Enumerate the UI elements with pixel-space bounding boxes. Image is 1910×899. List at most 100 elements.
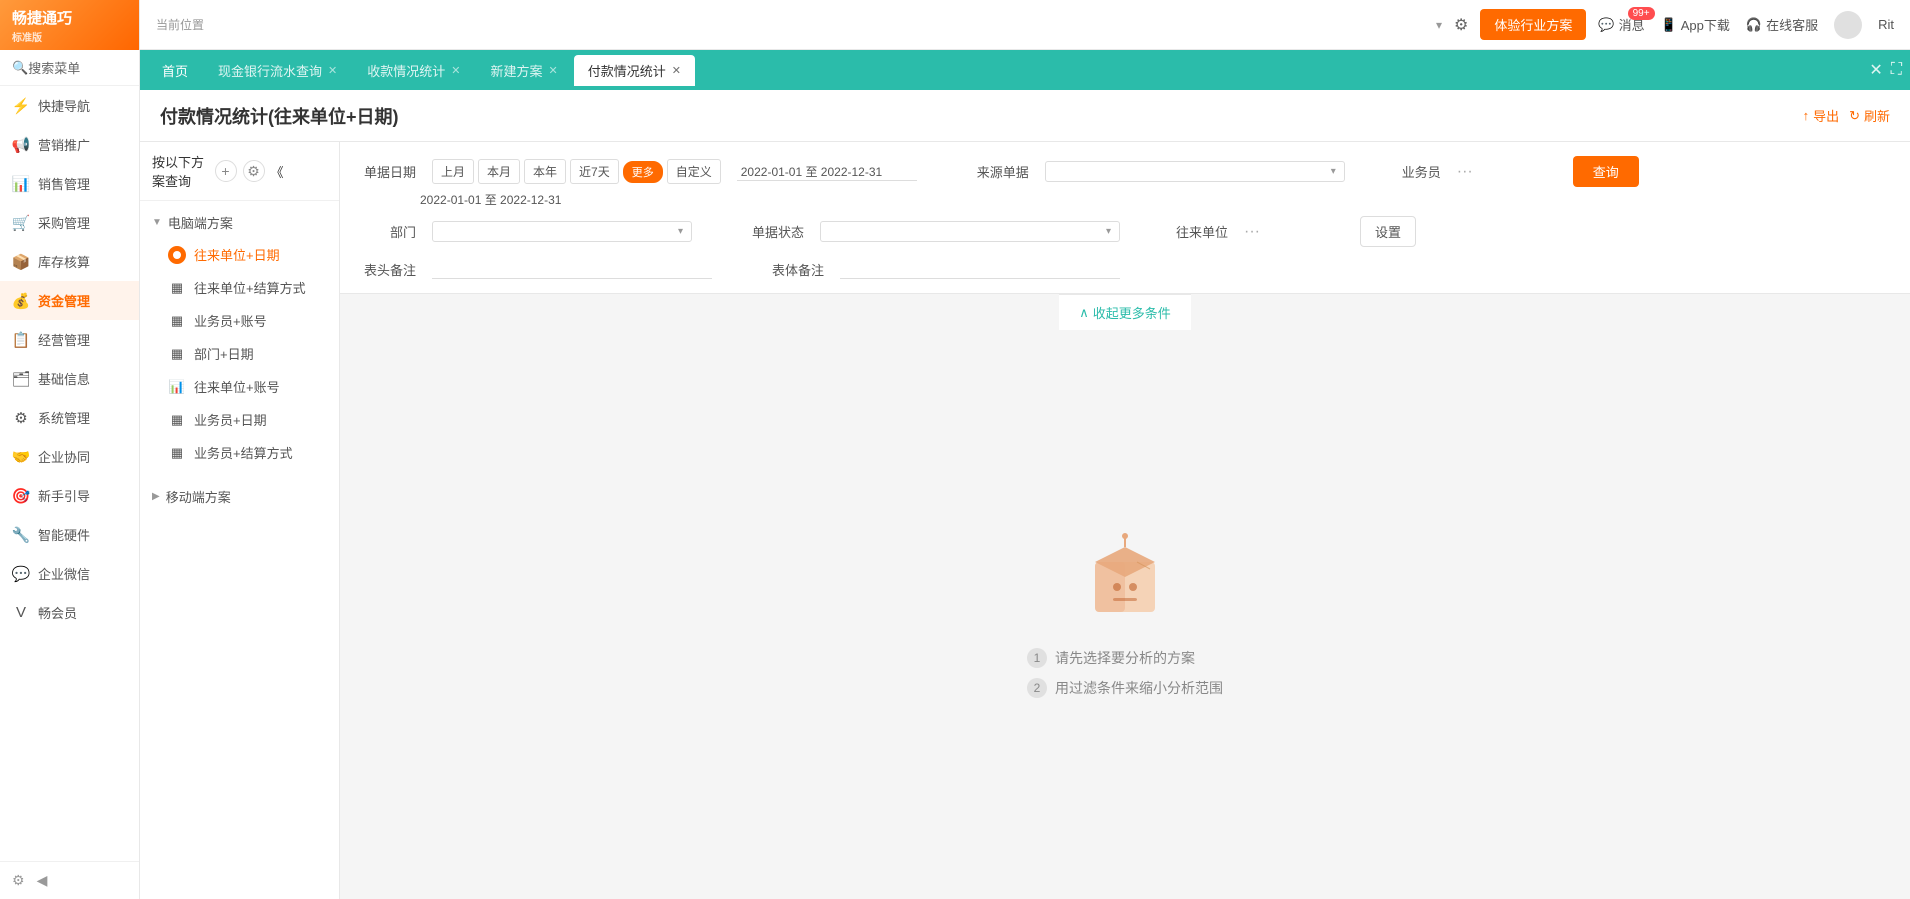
- sidebar-item-purchase[interactable]: 🛒 采购管理: [0, 203, 139, 242]
- scheme-group-desktop-title[interactable]: ▼ 电脑端方案: [140, 207, 339, 238]
- enterprise-icon: 🤝: [12, 448, 30, 466]
- page-title: 付款情况统计(往来单位+日期): [160, 103, 1803, 129]
- source-select[interactable]: ▾: [1045, 161, 1345, 182]
- sidebar-collapse-btn[interactable]: ◀: [37, 872, 48, 889]
- scheme-item-dept-date[interactable]: ▦ 部门+日期: [140, 337, 339, 370]
- tab-cashflow[interactable]: 现金银行流水查询 ✕: [204, 55, 351, 86]
- service-icon: 🎧: [1746, 17, 1762, 33]
- scheme-item-unit-settle-label: 往来单位+结算方式: [194, 278, 306, 297]
- date-btn-more[interactable]: 更多: [623, 161, 663, 183]
- topbar-messages[interactable]: 💬 消息 99+: [1598, 15, 1644, 34]
- export-btn[interactable]: ↑ 导出: [1803, 106, 1840, 125]
- wechat-icon: 💬: [12, 565, 30, 583]
- sidebar-item-marketing[interactable]: 📢 营销推广: [0, 125, 139, 164]
- settings-icon[interactable]: ⚙: [1454, 15, 1468, 35]
- sidebar-item-hardware[interactable]: 🔧 智能硬件: [0, 515, 139, 554]
- sidebar-item-inventory[interactable]: 📦 库存核算: [0, 242, 139, 281]
- date-range-input[interactable]: [737, 162, 917, 181]
- topbar-service[interactable]: 🎧 在线客服: [1746, 15, 1818, 34]
- source-label: 来源单据: [973, 162, 1029, 181]
- scheme-settings-btn[interactable]: ⚙: [243, 160, 265, 182]
- query-btn[interactable]: 查询: [1573, 156, 1639, 187]
- scheme-item-staff-account-label: 业务员+账号: [194, 311, 267, 330]
- header-note-input[interactable]: [432, 259, 712, 279]
- counterpart-input[interactable]: ···: [1244, 223, 1344, 241]
- tab-new-scheme[interactable]: 新建方案 ✕: [476, 55, 571, 86]
- tab-receipts-close[interactable]: ✕: [451, 64, 460, 77]
- sidebar-item-finance[interactable]: 💰 资金管理: [0, 281, 139, 320]
- sidebar-item-system[interactable]: ⚙ 系统管理: [0, 398, 139, 437]
- table-icon: ▦: [168, 312, 186, 330]
- date-btn-7days[interactable]: 近7天: [570, 159, 619, 184]
- scheme-group-mobile-title[interactable]: ▶ 移动端方案: [140, 481, 339, 512]
- date-btn-custom[interactable]: 自定义: [667, 159, 721, 184]
- date-btn-last-month[interactable]: 上月: [432, 159, 474, 184]
- page-actions: ↑ 导出 ↻ 刷新: [1803, 106, 1890, 125]
- scheme-add-btn[interactable]: +: [215, 160, 237, 182]
- date-btn-this-month[interactable]: 本月: [478, 159, 520, 184]
- scheme-item-staff-settle[interactable]: ▦ 业务员+结算方式: [140, 436, 339, 469]
- sidebar-logo: 畅捷通巧 标准版: [0, 0, 139, 50]
- tab-payments[interactable]: 付款情况统计 ✕: [574, 55, 695, 86]
- status-select[interactable]: ▾: [820, 221, 1120, 242]
- collapse-up-icon: ∧: [1079, 305, 1089, 321]
- sidebar-item-vip[interactable]: V 畅会员: [0, 593, 139, 632]
- sidebar-item-sales[interactable]: 📊 销售管理: [0, 164, 139, 203]
- table-icon: ▦: [168, 411, 186, 429]
- scheme-item-staff-date-label: 业务员+日期: [194, 410, 267, 429]
- hint-item-2: 2 用过滤条件来缩小分析范围: [1027, 678, 1223, 698]
- scheme-collapse-btn[interactable]: 《: [271, 162, 328, 181]
- guide-icon: 🎯: [12, 487, 30, 505]
- sidebar-item-label: 智能硬件: [38, 525, 90, 544]
- filter-collapse-btn[interactable]: ∧ 收起更多条件: [1059, 294, 1191, 330]
- tab-cashflow-close[interactable]: ✕: [328, 64, 337, 77]
- tab-receipts[interactable]: 收款情况统计 ✕: [353, 55, 474, 86]
- tab-home[interactable]: 首页: [148, 55, 202, 86]
- sidebar-item-operations[interactable]: 📋 经营管理: [0, 320, 139, 359]
- staff-label: 业务员: [1401, 162, 1441, 181]
- scheme-item-unit-account[interactable]: 📊 往来单位+账号: [140, 370, 339, 403]
- staff-input[interactable]: ···: [1457, 163, 1557, 181]
- refresh-btn[interactable]: ↻ 刷新: [1849, 106, 1890, 125]
- sidebar-search[interactable]: 🔍 搜索菜单: [0, 50, 139, 86]
- scheme-group-desktop: ▼ 电脑端方案 往来单位+日期 ▦ 往来单位+结算方式 ▦: [140, 201, 339, 475]
- tab-maximize-icon[interactable]: ⛶: [1891, 61, 1902, 79]
- sidebar-item-label: 畅会员: [38, 603, 77, 622]
- scheme-item-unit-date-label: 往来单位+日期: [194, 245, 280, 264]
- trial-btn[interactable]: 体验行业方案: [1480, 9, 1586, 40]
- right-panel: 单据日期 上月 本月 本年 近7天 更多 自定义 来源单据 ▾: [340, 142, 1910, 899]
- topbar-username[interactable]: Rit: [1878, 17, 1894, 32]
- scheme-item-staff-date[interactable]: ▦ 业务员+日期: [140, 403, 339, 436]
- sidebar-item-label: 快捷导航: [38, 96, 90, 115]
- sidebar-item-basic-info[interactable]: 🗂 基础信息: [0, 359, 139, 398]
- sidebar-item-guide[interactable]: 🎯 新手引导: [0, 476, 139, 515]
- scheme-item-unit-settle[interactable]: ▦ 往来单位+结算方式: [140, 271, 339, 304]
- tab-new-scheme-close[interactable]: ✕: [549, 64, 558, 77]
- scheme-item-unit-date[interactable]: 往来单位+日期: [140, 238, 339, 271]
- dept-label: 部门: [360, 222, 416, 241]
- date-btn-this-year[interactable]: 本年: [524, 159, 566, 184]
- topbar-app-download[interactable]: 📱 App下载: [1661, 15, 1730, 34]
- sidebar-item-enterprise[interactable]: 🤝 企业协同: [0, 437, 139, 476]
- table-icon: ▦: [168, 279, 186, 297]
- scheme-panel-title: 按以下方案查询: [152, 152, 209, 190]
- sidebar-item-wechat[interactable]: 💬 企业微信: [0, 554, 139, 593]
- tab-close-all-icon[interactable]: ✕: [1869, 60, 1882, 80]
- tab-cashflow-label: 现金银行流水查询: [218, 61, 322, 80]
- dept-select[interactable]: ▾: [432, 221, 692, 242]
- tab-payments-close[interactable]: ✕: [672, 64, 681, 77]
- refresh-label: 刷新: [1864, 106, 1890, 125]
- topbar-avatar[interactable]: [1834, 11, 1862, 39]
- sidebar-item-label: 基础信息: [38, 369, 90, 388]
- sidebar-item-quick-nav[interactable]: ⚡ 快捷导航: [0, 86, 139, 125]
- app-name: 畅捷通巧: [12, 7, 72, 28]
- sidebar-settings-btn[interactable]: ⚙: [12, 872, 25, 889]
- app-icon: 📱: [1661, 17, 1677, 33]
- scheme-item-staff-account[interactable]: ▦ 业务员+账号: [140, 304, 339, 337]
- filter-row-3: 表头备注 表体备注: [360, 259, 1890, 279]
- body-note-input[interactable]: [840, 259, 1120, 279]
- settings-btn[interactable]: 设置: [1360, 216, 1416, 247]
- scheme-group-mobile-label: 移动端方案: [166, 487, 231, 506]
- quick-nav-icon: ⚡: [12, 97, 30, 115]
- status-label: 单据状态: [748, 222, 804, 241]
